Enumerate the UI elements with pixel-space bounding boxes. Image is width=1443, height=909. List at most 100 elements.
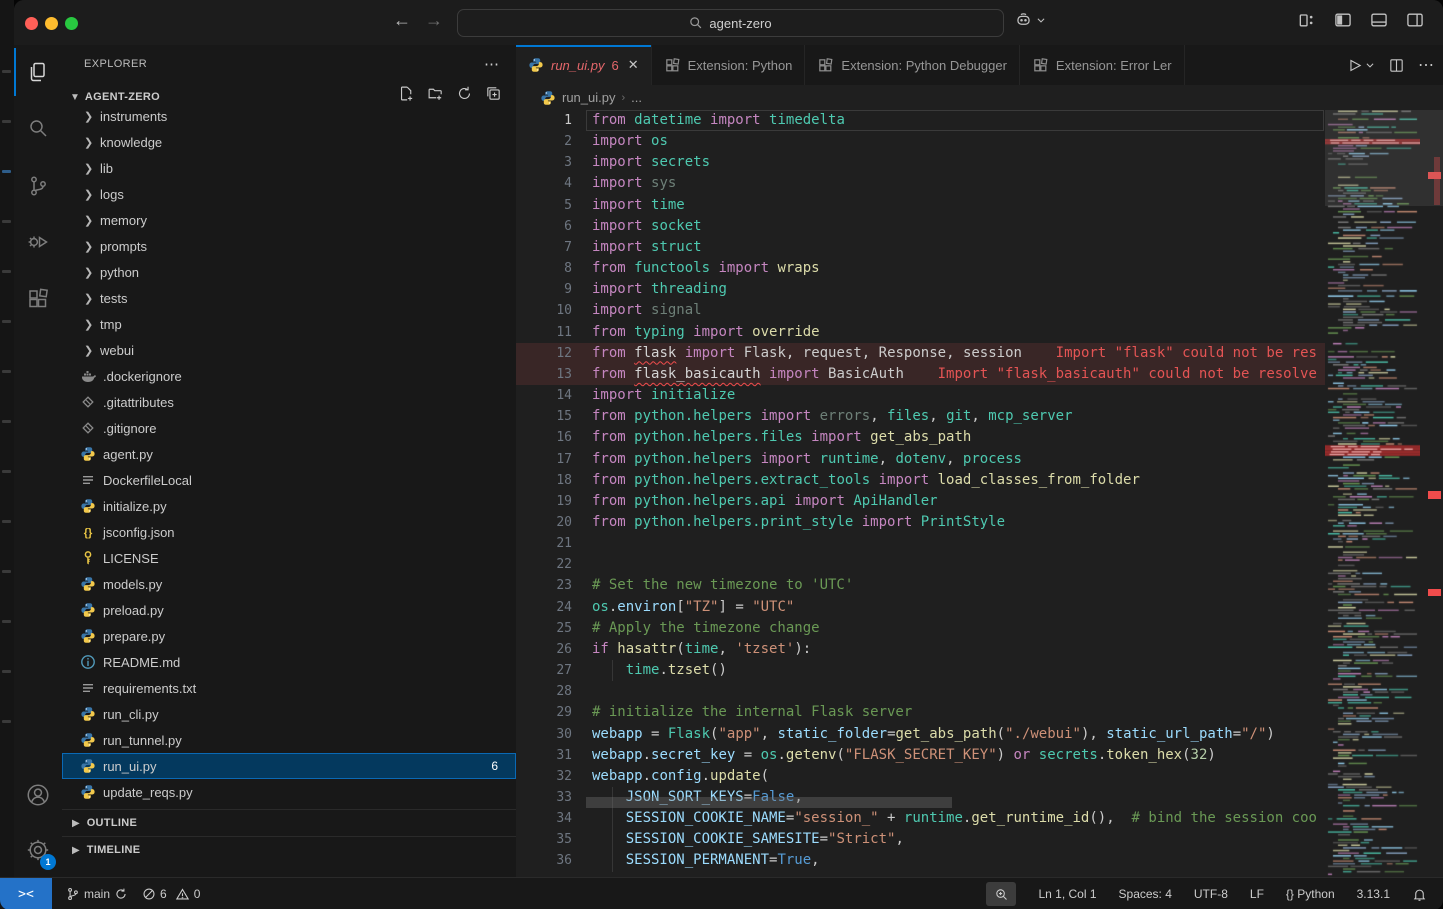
explorer-icon[interactable] (14, 48, 62, 96)
file-.gitattributes[interactable]: .gitattributes (62, 389, 516, 415)
search-icon[interactable] (14, 105, 62, 153)
file-.dockerignore[interactable]: .dockerignore (62, 363, 516, 389)
folder-logs[interactable]: ❯ logs (62, 181, 516, 207)
file-LICENSE[interactable]: LICENSE (62, 545, 516, 571)
code-line-8[interactable]: 8 from functools import wraps (516, 258, 1325, 279)
file-run_tunnel.py[interactable]: run_tunnel.py (62, 727, 516, 753)
minimize-window-button[interactable] (45, 17, 58, 30)
refresh-icon[interactable] (456, 85, 473, 102)
run-and-debug-icon[interactable] (14, 218, 62, 266)
code-line-11[interactable]: 11 from typing import override (516, 322, 1325, 343)
minimap[interactable] (1325, 110, 1420, 877)
accounts-icon[interactable] (14, 771, 62, 819)
breadcrumb[interactable]: run_ui.py › ... (516, 85, 1443, 110)
code-line-10[interactable]: 10 import signal (516, 300, 1325, 321)
navigate-forward-button[interactable]: → (425, 10, 443, 31)
code-line-13[interactable]: 13 from flask_basicauth import BasicAuth … (516, 363, 1325, 386)
code-line-14[interactable]: 14 import initialize (516, 385, 1325, 406)
code-line-4[interactable]: 4 import sys (516, 173, 1325, 194)
file-.gitignore[interactable]: .gitignore (62, 415, 516, 441)
zoom-window-button[interactable] (65, 17, 78, 30)
file-preload.py[interactable]: preload.py (62, 597, 516, 623)
language-mode[interactable]: {} Python (1286, 887, 1335, 901)
file-README.md[interactable]: README.md (62, 649, 516, 675)
file-prepare.py[interactable]: prepare.py (62, 623, 516, 649)
code-line-16[interactable]: 16 from python.helpers.files import get_a… (516, 427, 1325, 448)
toggle-secondary-sidebar-icon[interactable] (1405, 10, 1425, 30)
code-line-25[interactable]: 25 # Apply the timezone change (516, 618, 1325, 639)
tab-extension-error-ler[interactable]: Extension: Error Ler (1019, 45, 1185, 85)
source-control-icon[interactable] (14, 162, 62, 210)
code-line-12[interactable]: 12 from flask import Flask, request, Resp… (516, 342, 1325, 364)
outline-section[interactable]: ▶ OUTLINE (62, 810, 516, 836)
code-line-24[interactable]: 24 os.environ["TZ"] = "UTC" (516, 597, 1325, 618)
close-window-button[interactable] (25, 17, 38, 30)
folder-tmp[interactable]: ❯ tmp (62, 311, 516, 337)
zoom-indicator-button[interactable] (986, 882, 1017, 906)
folder-prompts[interactable]: ❯ prompts (62, 233, 516, 259)
file-models.py[interactable]: models.py (62, 571, 516, 597)
indentation[interactable]: Spaces: 4 (1119, 887, 1172, 901)
code-line-28[interactable]: 28 (516, 681, 1325, 702)
code-editor[interactable]: 1 from datetime import timedelta 2 import o… (516, 110, 1325, 877)
file-agent.py[interactable]: agent.py (62, 441, 516, 467)
copilot-icon[interactable] (1014, 10, 1046, 29)
folder-tests[interactable]: ❯ tests (62, 285, 516, 311)
horizontal-scrollbar[interactable] (586, 797, 952, 808)
branch-item[interactable]: main (66, 887, 128, 901)
folder-webui[interactable]: ❯ webui (62, 337, 516, 363)
timeline-section[interactable]: ▶ TIMELINE (62, 836, 516, 863)
code-line-6[interactable]: 6 import socket (516, 216, 1325, 237)
settings-gear-icon[interactable]: 1 (14, 826, 62, 874)
code-line-36[interactable]: 36 SESSION_PERMANENT=True, (516, 850, 1325, 872)
code-line-20[interactable]: 20 from python.helpers.print_style import… (516, 512, 1325, 533)
customize-layout-icon[interactable] (1297, 10, 1317, 30)
code-line-31[interactable]: 31 webapp.secret_key = os.getenv("FLASK_S… (516, 745, 1325, 766)
code-line-32[interactable]: 32 webapp.config.update( (516, 766, 1325, 787)
editor-more-actions-icon[interactable]: ⋯ (1418, 55, 1435, 75)
tab-run-ui-py[interactable]: run_ui.py 6 ✕ (516, 45, 652, 85)
tab-extension-python[interactable]: Extension: Python (651, 45, 806, 85)
file-run_cli.py[interactable]: run_cli.py (62, 701, 516, 727)
run-python-file-button[interactable] (1346, 57, 1375, 74)
python-version[interactable]: 3.13.1 (1357, 887, 1390, 901)
folder-instruments[interactable]: ❯ instruments (62, 109, 516, 129)
folder-knowledge[interactable]: ❯ knowledge (62, 129, 516, 155)
minimap-slider[interactable] (1325, 110, 1443, 206)
folder-memory[interactable]: ❯ memory (62, 207, 516, 233)
notifications-bell-icon[interactable] (1412, 887, 1427, 902)
code-line-21[interactable]: 21 (516, 533, 1325, 554)
code-line-1[interactable]: 1 from datetime import timedelta (516, 110, 1325, 132)
extensions-icon[interactable] (14, 275, 62, 323)
explorer-more-actions-icon[interactable]: ⋯ (484, 55, 500, 73)
close-tab-icon[interactable]: ✕ (628, 57, 639, 73)
code-line-34[interactable]: 34 SESSION_COOKIE_NAME="session_" + runt… (516, 808, 1325, 830)
code-line-7[interactable]: 7 import struct (516, 237, 1325, 258)
encoding[interactable]: UTF-8 (1194, 887, 1228, 901)
code-line-30[interactable]: 30 webapp = Flask("app", static_folder=ge… (516, 724, 1325, 745)
file-run_ui.py[interactable]: run_ui.py 6 (62, 753, 516, 779)
cursor-position[interactable]: Ln 1, Col 1 (1038, 887, 1096, 901)
collapse-folders-icon[interactable] (485, 85, 502, 102)
problems-item[interactable]: 6 0 (142, 887, 200, 902)
code-line-27[interactable]: 27 time.tzset() (516, 660, 1325, 682)
file-update_reqs.py[interactable]: update_reqs.py (62, 779, 516, 805)
code-line-35[interactable]: 35 SESSION_COOKIE_SAMESITE="Strict", (516, 829, 1325, 851)
remote-indicator[interactable]: >< (0, 878, 52, 909)
file-requirements.txt[interactable]: requirements.txt (62, 675, 516, 701)
folder-lib[interactable]: ❯ lib (62, 155, 516, 181)
code-line-22[interactable]: 22 (516, 554, 1325, 575)
new-file-icon[interactable] (398, 85, 415, 102)
code-line-19[interactable]: 19 from python.helpers.api import ApiHand… (516, 491, 1325, 512)
tab-extension-python-debugger[interactable]: Extension: Python Debugger (805, 45, 1020, 85)
code-line-5[interactable]: 5 import time (516, 195, 1325, 216)
code-line-3[interactable]: 3 import secrets (516, 152, 1325, 173)
code-line-18[interactable]: 18 from python.helpers.extract_tools impo… (516, 470, 1325, 491)
code-line-26[interactable]: 26 if hasattr(time, 'tzset'): (516, 639, 1325, 660)
code-line-15[interactable]: 15 from python.helpers import errors, fil… (516, 406, 1325, 427)
file-initialize.py[interactable]: initialize.py (62, 493, 516, 519)
code-line-2[interactable]: 2 import os (516, 131, 1325, 152)
command-center-search[interactable]: agent-zero (457, 9, 1004, 37)
code-line-17[interactable]: 17 from python.helpers import runtime, do… (516, 449, 1325, 470)
folder-python[interactable]: ❯ python (62, 259, 516, 285)
